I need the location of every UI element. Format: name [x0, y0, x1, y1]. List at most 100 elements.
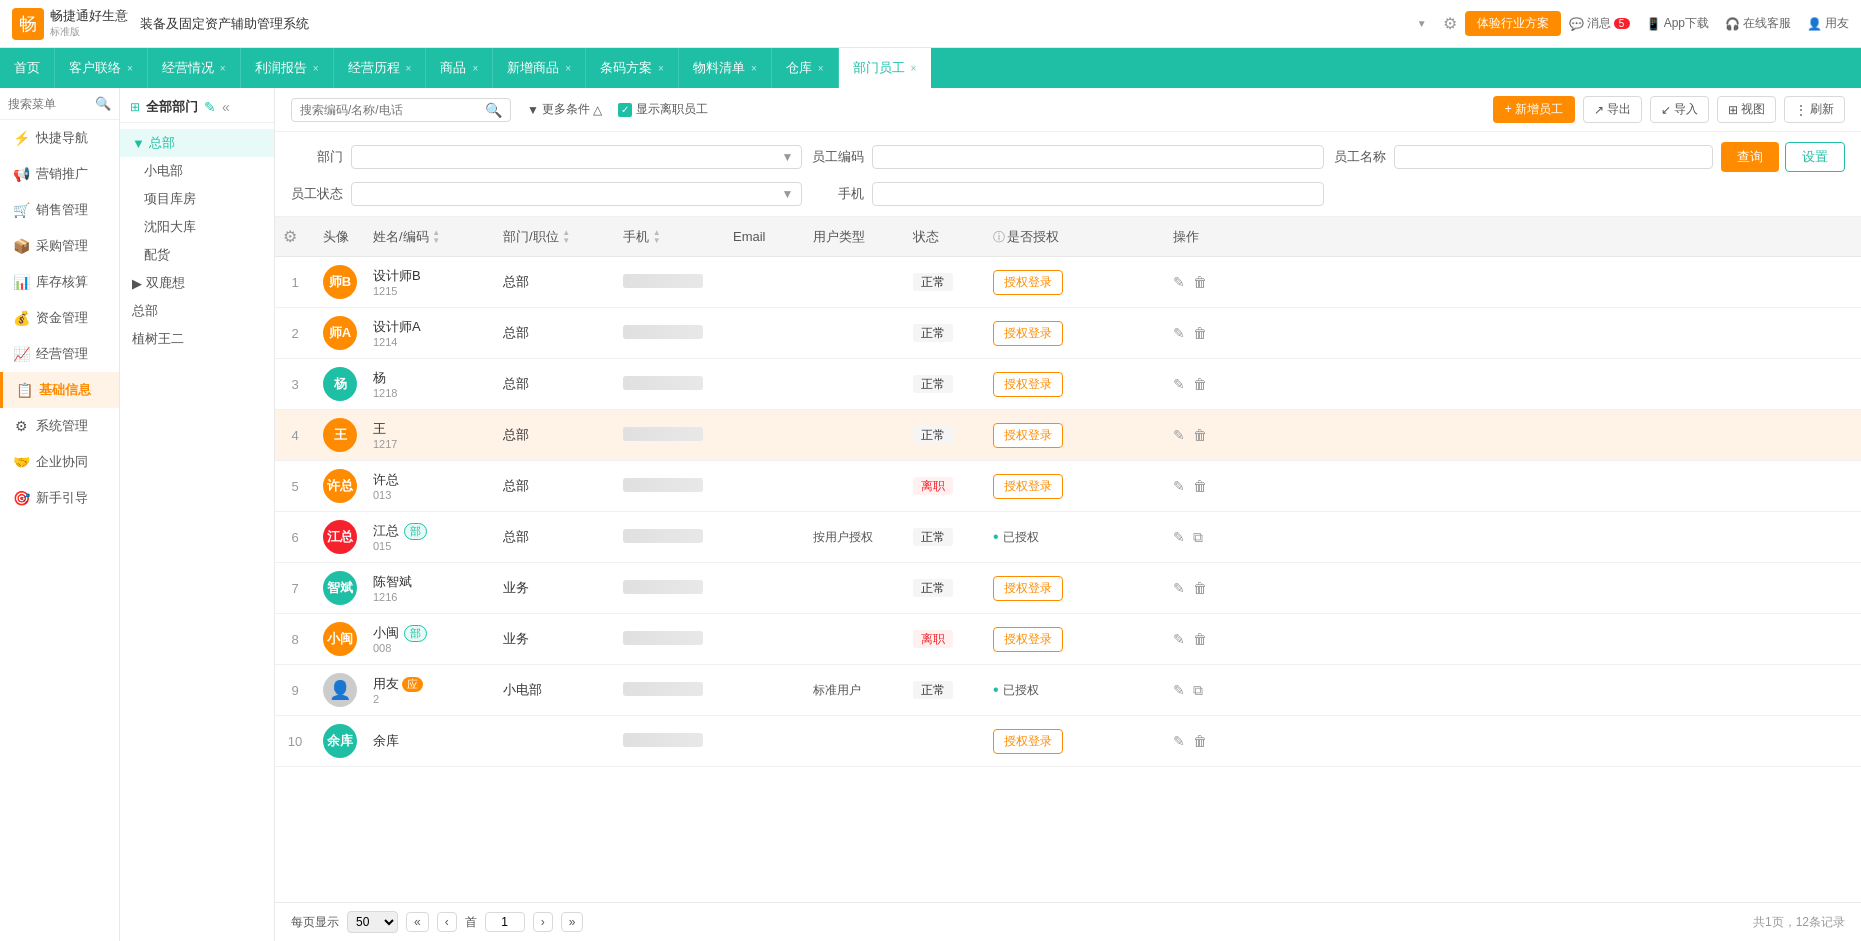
sidebar-item-cooperation[interactable]: 🤝 企业协同: [0, 444, 119, 480]
auth-button[interactable]: 授权登录: [993, 576, 1063, 601]
search-input[interactable]: [300, 103, 481, 117]
close-icon[interactable]: ×: [818, 63, 824, 74]
edit-icon[interactable]: ✎: [1173, 631, 1185, 647]
col-phone[interactable]: 手机 ▲▼: [615, 217, 725, 257]
status-select[interactable]: ▼: [351, 182, 802, 206]
trial-button[interactable]: 体验行业方案: [1465, 11, 1561, 36]
delete-icon[interactable]: 🗑: [1193, 427, 1207, 443]
sidebar-item-purchase[interactable]: 📦 采购管理: [0, 228, 119, 264]
edit-icon[interactable]: ✎: [1173, 478, 1185, 494]
message-button[interactable]: 💬 消息 5: [1569, 15, 1630, 32]
auth-button[interactable]: 授权登录: [993, 372, 1063, 397]
auth-button[interactable]: 授权登录: [993, 627, 1063, 652]
auth-button[interactable]: 授权登录: [993, 270, 1063, 295]
close-icon[interactable]: ×: [472, 63, 478, 74]
add-employee-button[interactable]: + 新增员工: [1493, 96, 1575, 123]
tab-profit[interactable]: 利润报告×: [241, 48, 334, 88]
prev-page-button[interactable]: ‹: [437, 912, 457, 932]
next-page-button[interactable]: ›: [533, 912, 553, 932]
delete-icon[interactable]: 🗑: [1193, 376, 1207, 392]
edit-icon[interactable]: ✎: [1173, 529, 1185, 545]
dept-select[interactable]: ▼: [351, 145, 802, 169]
tab-history[interactable]: 经营历程×: [334, 48, 427, 88]
export-button[interactable]: ↗ 导出: [1583, 96, 1642, 123]
sidebar-item-sales[interactable]: 🛒 销售管理: [0, 192, 119, 228]
close-icon[interactable]: ×: [911, 63, 917, 74]
edit-icon[interactable]: ✎: [1173, 682, 1185, 698]
dept-node-zongbu-expand[interactable]: ▼ 总部: [120, 129, 274, 157]
tab-new-product[interactable]: 新增商品×: [493, 48, 586, 88]
close-icon[interactable]: ×: [127, 63, 133, 74]
sidebar-item-marketing[interactable]: 📢 营销推广: [0, 156, 119, 192]
search-button[interactable]: 查询: [1721, 142, 1779, 172]
dept-node-zongbu2[interactable]: 总部: [120, 297, 274, 325]
delete-icon[interactable]: 🗑: [1193, 325, 1207, 341]
emp-code-input[interactable]: [872, 145, 1323, 169]
auth-button[interactable]: 授权登录: [993, 474, 1063, 499]
delete-icon[interactable]: 🗑: [1193, 478, 1207, 494]
copy-icon[interactable]: ⧉: [1193, 682, 1203, 699]
close-icon[interactable]: ×: [565, 63, 571, 74]
copy-icon[interactable]: ⧉: [1193, 529, 1203, 546]
auth-button[interactable]: 授权登录: [993, 729, 1063, 754]
close-icon[interactable]: ×: [658, 63, 664, 74]
sidebar-item-operations[interactable]: 📈 经营管理: [0, 336, 119, 372]
col-settings[interactable]: ⚙: [275, 217, 315, 257]
settings-icon[interactable]: ⚙: [1443, 14, 1457, 33]
page-number-input[interactable]: [485, 912, 525, 932]
dept-node-shuanglu[interactable]: ▶ 双鹿想: [120, 269, 274, 297]
emp-name-input[interactable]: [1394, 145, 1713, 169]
sidebar-item-guide[interactable]: 🎯 新手引导: [0, 480, 119, 516]
filter-button[interactable]: ▼ 更多条件 △: [519, 98, 610, 121]
edit-icon[interactable]: ✎: [1173, 274, 1185, 290]
edit-icon[interactable]: ✎: [1173, 733, 1185, 749]
auth-button[interactable]: 授权登录: [993, 423, 1063, 448]
tab-bom[interactable]: 物料清单×: [679, 48, 772, 88]
set-button[interactable]: 设置: [1785, 142, 1845, 172]
tab-customer[interactable]: 客户联络×: [55, 48, 148, 88]
first-page-button[interactable]: «: [406, 912, 429, 932]
auth-button[interactable]: 授权登录: [993, 321, 1063, 346]
last-page-button[interactable]: »: [561, 912, 584, 932]
edit-icon[interactable]: ✎: [1173, 325, 1185, 341]
phone-input[interactable]: [872, 182, 1323, 206]
import-button[interactable]: ↙ 导入: [1650, 96, 1709, 123]
view-button[interactable]: ⊞ 视图: [1717, 96, 1776, 123]
edit-icon[interactable]: ✎: [1173, 376, 1185, 392]
tab-operations[interactable]: 经营情况×: [148, 48, 241, 88]
sidebar-item-system[interactable]: ⚙ 系统管理: [0, 408, 119, 444]
sidebar-item-inventory[interactable]: 📊 库存核算: [0, 264, 119, 300]
close-icon[interactable]: ×: [313, 63, 319, 74]
dept-edit-icon[interactable]: ✎: [204, 99, 216, 115]
sidebar-item-quick-nav[interactable]: ⚡ 快捷导航: [0, 120, 119, 156]
refresh-button[interactable]: ⋮ 刷新: [1784, 96, 1845, 123]
tab-warehouse[interactable]: 仓库×: [772, 48, 839, 88]
col-dept-position[interactable]: 部门/职位 ▲▼: [495, 217, 615, 257]
close-icon[interactable]: ×: [751, 63, 757, 74]
tab-department[interactable]: 部门员工×: [839, 48, 932, 88]
tab-products[interactable]: 商品×: [426, 48, 493, 88]
dept-node-peihuo[interactable]: 配货: [120, 241, 274, 269]
delete-icon[interactable]: 🗑: [1193, 631, 1207, 647]
delete-icon[interactable]: 🗑: [1193, 580, 1207, 596]
dept-node-xiangmukufang[interactable]: 项目库房: [120, 185, 274, 213]
dept-node-shenyanglibrary[interactable]: 沈阳大库: [120, 213, 274, 241]
tab-home[interactable]: 首页: [0, 48, 55, 88]
sidebar-item-finance[interactable]: 💰 资金管理: [0, 300, 119, 336]
edit-icon[interactable]: ✎: [1173, 427, 1185, 443]
online-service-button[interactable]: 🎧 在线客服: [1725, 15, 1791, 32]
tab-barcode[interactable]: 条码方案×: [586, 48, 679, 88]
col-name-code[interactable]: 姓名/编码 ▲▼: [365, 217, 495, 257]
close-icon[interactable]: ×: [406, 63, 412, 74]
dept-collapse-icon[interactable]: «: [222, 99, 230, 115]
dept-node-xiaodianbu[interactable]: 小电部: [120, 157, 274, 185]
app-download-button[interactable]: 📱 App下载: [1646, 15, 1709, 32]
dept-node-zhishu[interactable]: 植树王二: [120, 325, 274, 353]
user-button[interactable]: 👤 用友: [1807, 15, 1849, 32]
edit-icon[interactable]: ✎: [1173, 580, 1185, 596]
sidebar-item-basic-info[interactable]: 📋 基础信息: [0, 372, 119, 408]
delete-icon[interactable]: 🗑: [1193, 733, 1207, 749]
delete-icon[interactable]: 🗑: [1193, 274, 1207, 290]
system-title-arrow[interactable]: ▼: [1417, 18, 1427, 29]
per-page-select[interactable]: 50 100: [347, 911, 398, 933]
